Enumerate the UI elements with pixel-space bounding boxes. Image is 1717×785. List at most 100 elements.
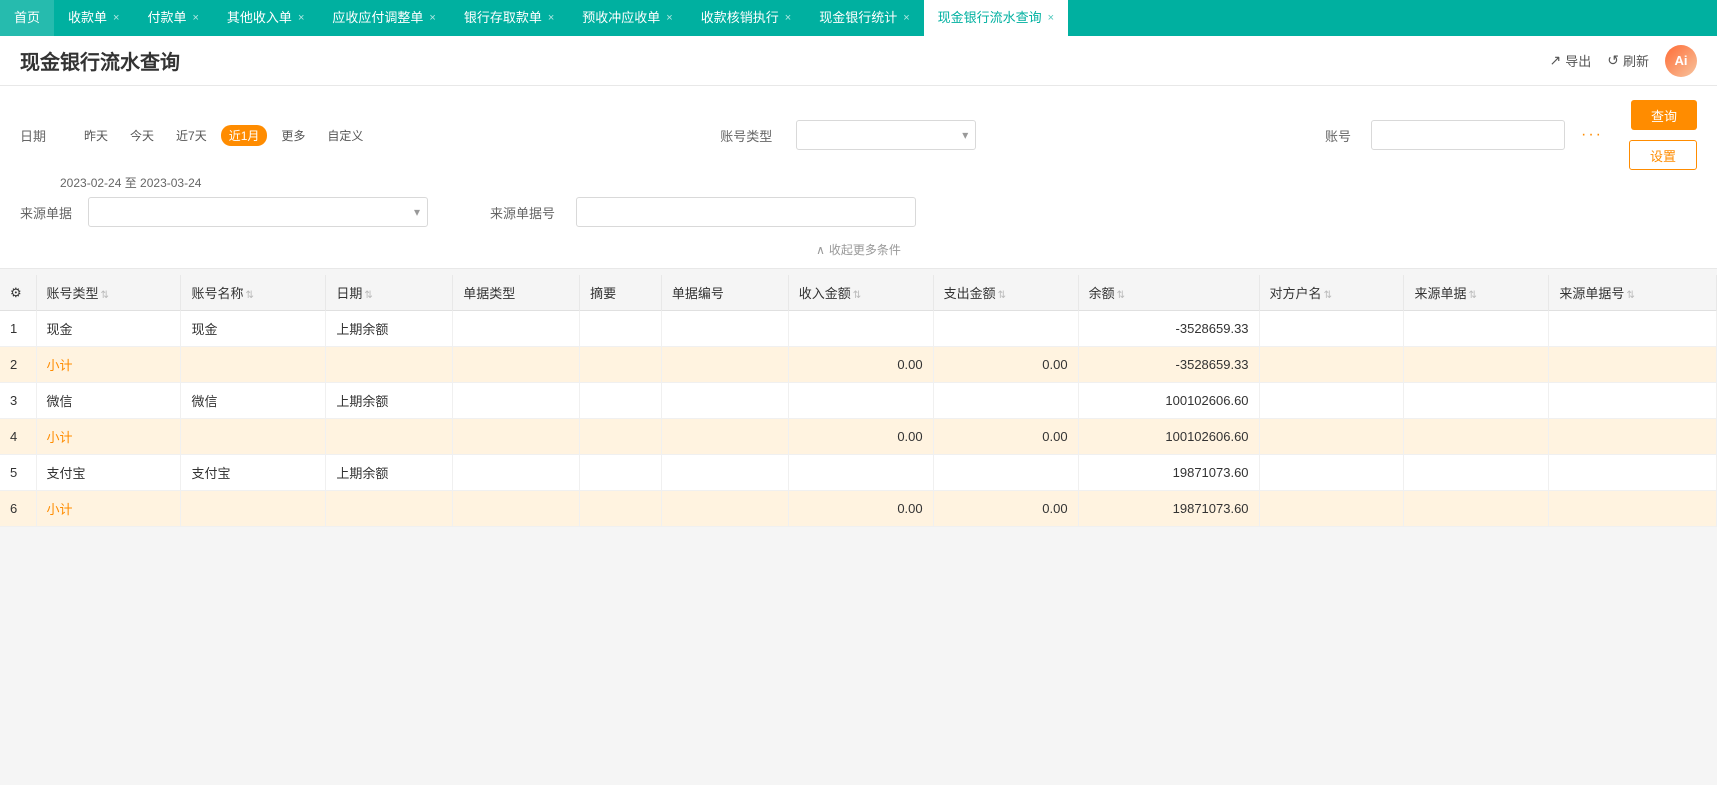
date-btn-today[interactable]: 今天 xyxy=(122,125,162,146)
ai-avatar[interactable]: Ai xyxy=(1665,45,1697,77)
nav-item-payment[interactable]: 付款单 × xyxy=(133,0,212,36)
td-balance: 19871073.60 xyxy=(1078,491,1259,527)
nav-label-payment: 付款单 xyxy=(147,0,186,36)
close-icon-bank-deposit[interactable]: × xyxy=(548,0,554,36)
th-counterparty[interactable]: 对方户名⇅ xyxy=(1259,275,1404,311)
nav-item-receipt[interactable]: 收款单 × xyxy=(54,0,133,36)
table-row: 6小计0.000.0019871073.60 xyxy=(0,491,1717,527)
close-icon-collection[interactable]: × xyxy=(785,0,791,36)
td-expense xyxy=(933,455,1078,491)
date-btn-1month[interactable]: 近1月 xyxy=(221,125,268,146)
account-type-select-wrapper xyxy=(796,120,976,150)
nav-item-adjust[interactable]: 应收应付调整单 × xyxy=(318,0,449,36)
td-counterparty xyxy=(1259,347,1404,383)
td-source-doc xyxy=(1404,455,1549,491)
table-row: 1现金现金上期余额-3528659.33 xyxy=(0,311,1717,347)
sort-icon-source-doc-no: ⇅ xyxy=(1626,290,1634,301)
collapse-bar[interactable]: ∧ 收起更多条件 xyxy=(20,237,1697,258)
source-doc-no-input[interactable] xyxy=(576,197,916,227)
td-balance: 100102606.60 xyxy=(1078,419,1259,455)
nav-label-prepay: 预收冲应收单 xyxy=(582,0,660,36)
nav-item-home[interactable]: 首页 xyxy=(0,0,54,36)
nav-item-bank-stats[interactable]: 现金银行统计 × xyxy=(805,0,923,36)
td-income: 0.00 xyxy=(788,347,933,383)
table-row: 4小计0.000.00100102606.60 xyxy=(0,419,1717,455)
close-icon-payment[interactable]: × xyxy=(192,0,198,36)
nav-item-other-income[interactable]: 其他收入单 × xyxy=(213,0,318,36)
nav-item-prepay[interactable]: 预收冲应收单 × xyxy=(568,0,686,36)
nav-label-collection: 收款核销执行 xyxy=(701,0,779,36)
query-button[interactable]: 查询 xyxy=(1631,100,1697,130)
table-row: 3微信微信上期余额100102606.60 xyxy=(0,383,1717,419)
close-icon-other-income[interactable]: × xyxy=(298,0,304,36)
date-btn-yesterday[interactable]: 昨天 xyxy=(76,125,116,146)
td-income xyxy=(788,455,933,491)
td-doc-no xyxy=(661,311,788,347)
th-balance[interactable]: 余额⇅ xyxy=(1078,275,1259,311)
date-btn-more[interactable]: 更多 xyxy=(273,125,313,146)
close-icon-bank-stats[interactable]: × xyxy=(903,0,909,36)
close-icon-prepay[interactable]: × xyxy=(666,0,672,36)
export-label: 导出 xyxy=(1565,51,1591,70)
close-icon-bank-flow[interactable]: × xyxy=(1048,0,1054,36)
td-counterparty xyxy=(1259,455,1404,491)
th-account-type[interactable]: 账号类型⇅ xyxy=(36,275,181,311)
td-expense: 0.00 xyxy=(933,347,1078,383)
td-doc-type xyxy=(453,491,580,527)
td-source-doc-no xyxy=(1549,419,1717,455)
export-button[interactable]: ↗ 导出 xyxy=(1550,51,1592,70)
th-account-name[interactable]: 账号名称⇅ xyxy=(181,275,326,311)
date-btn-7days[interactable]: 近7天 xyxy=(168,125,215,146)
td-summary xyxy=(580,419,662,455)
nav-label-home: 首页 xyxy=(14,0,40,36)
th-gear[interactable]: ⚙ xyxy=(0,275,36,311)
refresh-button[interactable]: ↺ 刷新 xyxy=(1607,51,1649,70)
td-account-name: 支付宝 xyxy=(181,455,326,491)
close-icon-receipt[interactable]: × xyxy=(113,0,119,36)
td-balance: -3528659.33 xyxy=(1078,311,1259,347)
td-summary xyxy=(580,455,662,491)
th-date[interactable]: 日期⇅ xyxy=(326,275,453,311)
close-icon-adjust[interactable]: × xyxy=(429,0,435,36)
th-expense[interactable]: 支出金额⇅ xyxy=(933,275,1078,311)
nav-label-bank-flow: 现金银行流水查询 xyxy=(938,0,1042,36)
source-doc-select[interactable] xyxy=(88,197,428,227)
sort-icon-income: ⇅ xyxy=(853,290,861,301)
th-source-doc[interactable]: 来源单据⇅ xyxy=(1404,275,1549,311)
source-doc-no-label: 来源单据号 xyxy=(490,203,560,222)
sort-icon-date: ⇅ xyxy=(364,290,372,301)
td-account-name xyxy=(181,347,326,383)
nav-item-collection[interactable]: 收款核销执行 × xyxy=(687,0,805,36)
td-source-doc xyxy=(1404,383,1549,419)
td-counterparty xyxy=(1259,419,1404,455)
td-source-doc-no xyxy=(1549,347,1717,383)
ai-label: Ai xyxy=(1675,53,1688,68)
th-source-doc-no[interactable]: 来源单据号⇅ xyxy=(1549,275,1717,311)
settings-button[interactable]: 设置 xyxy=(1629,140,1697,170)
account-input[interactable] xyxy=(1371,120,1565,150)
date-btn-custom[interactable]: 自定义 xyxy=(319,125,371,146)
source-doc-select-wrapper xyxy=(88,197,428,227)
td-doc-type xyxy=(453,419,580,455)
dots-button[interactable]: ··· xyxy=(1581,126,1603,144)
nav-item-bank-flow[interactable]: 现金银行流水查询 × xyxy=(924,0,1068,36)
nav-label-bank-stats: 现金银行统计 xyxy=(819,0,897,36)
account-type-select[interactable] xyxy=(796,120,976,150)
table-container: ⚙ 账号类型⇅ 账号名称⇅ 日期⇅ 单据类型 摘要 单据编号 收入金额⇅ xyxy=(0,275,1717,527)
td-balance: 100102606.60 xyxy=(1078,383,1259,419)
td-doc-no xyxy=(661,383,788,419)
gear-icon[interactable]: ⚙ xyxy=(10,285,22,300)
th-income[interactable]: 收入金额⇅ xyxy=(788,275,933,311)
td-income: 0.00 xyxy=(788,491,933,527)
table-row: 5支付宝支付宝上期余额19871073.60 xyxy=(0,455,1717,491)
td-date: 上期余额 xyxy=(326,383,453,419)
sort-icon-account-name: ⇅ xyxy=(245,290,253,301)
date-range-display: 2023-02-24 至 2023-03-24 xyxy=(60,176,201,190)
date-label: 日期 xyxy=(20,126,60,145)
top-navigation: 首页 收款单 × 付款单 × 其他收入单 × 应收应付调整单 × 银行存取款单 … xyxy=(0,0,1717,36)
td-source-doc-no xyxy=(1549,455,1717,491)
td-doc-no xyxy=(661,419,788,455)
nav-label-adjust: 应收应付调整单 xyxy=(332,0,423,36)
nav-item-bank-deposit[interactable]: 银行存取款单 × xyxy=(450,0,568,36)
td-source-doc-no xyxy=(1549,383,1717,419)
